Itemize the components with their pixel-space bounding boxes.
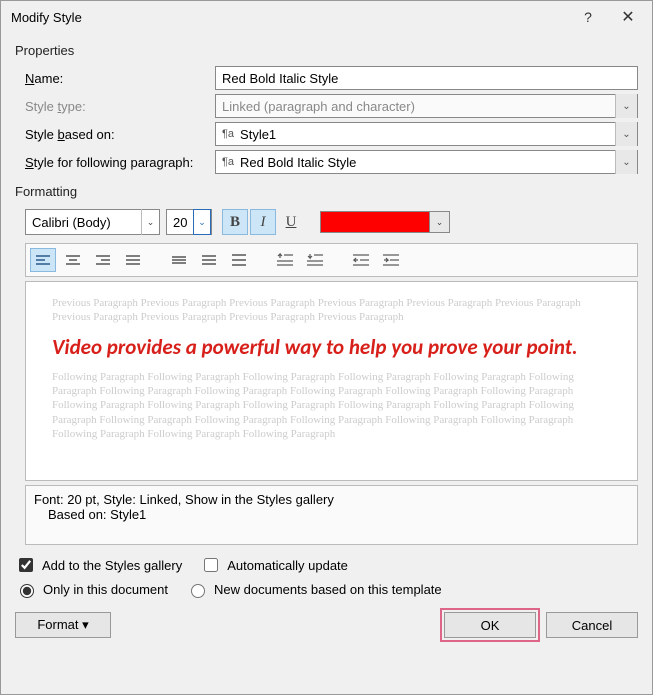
style-type-value: Linked (paragraph and character) (222, 99, 415, 114)
font-family-select[interactable]: Calibri (Body) ⌄ (25, 209, 160, 235)
font-size-value: 20 (173, 215, 187, 230)
description-line-2: Based on: Style1 (34, 507, 629, 522)
align-center-button[interactable] (60, 248, 86, 272)
chevron-down-icon[interactable]: ⌄ (193, 209, 211, 235)
preview-ghost-following: Following Paragraph Following Paragraph … (52, 370, 611, 441)
add-to-gallery-checkbox[interactable]: Add to the Styles gallery (15, 555, 182, 575)
paragraph-icon: ¶a (222, 156, 234, 168)
decrease-indent-button[interactable] (348, 248, 374, 272)
preview-sample-text: Video provides a powerful way to help yo… (52, 335, 611, 360)
font-color-swatch[interactable] (320, 211, 430, 233)
chevron-down-icon[interactable]: ⌄ (615, 150, 637, 174)
font-family-value: Calibri (Body) (32, 215, 111, 230)
align-left-button[interactable] (30, 248, 56, 272)
one-half-spacing-button[interactable] (196, 248, 222, 272)
close-button[interactable]: ✕ (608, 3, 648, 31)
underline-button[interactable]: U (278, 209, 304, 235)
decrease-space-before-button[interactable] (302, 248, 328, 272)
paragraph-icon: ¶a (222, 128, 234, 140)
auto-update-input[interactable] (204, 558, 218, 572)
titlebar: Modify Style ? ✕ (1, 1, 652, 33)
bold-button[interactable]: B (222, 209, 248, 235)
following-paragraph-select[interactable]: ¶a Red Bold Italic Style ⌄ (215, 150, 638, 174)
following-paragraph-label: Style for following paragraph: (25, 155, 215, 170)
format-button[interactable]: Format ▾ (15, 612, 111, 638)
new-documents-input[interactable] (191, 584, 205, 598)
paragraph-toolbar (25, 243, 638, 277)
modify-style-dialog: Modify Style ? ✕ Properties Name: Style … (0, 0, 653, 695)
name-input[interactable] (215, 66, 638, 90)
italic-button[interactable]: I (250, 209, 276, 235)
single-spacing-button[interactable] (166, 248, 192, 272)
auto-update-checkbox[interactable]: Automatically update (200, 555, 348, 575)
style-type-label: Style type: (25, 99, 215, 114)
double-spacing-button[interactable] (226, 248, 252, 272)
following-paragraph-value: Red Bold Italic Style (240, 155, 356, 170)
style-preview: Previous Paragraph Previous Paragraph Pr… (25, 281, 638, 481)
new-documents-radio[interactable]: New documents based on this template (186, 581, 442, 598)
name-label: Name: (25, 71, 215, 86)
chevron-down-icon[interactable]: ⌄ (141, 209, 159, 235)
increase-indent-button[interactable] (378, 248, 404, 272)
add-to-gallery-input[interactable] (19, 558, 33, 572)
based-on-value: Style1 (240, 127, 276, 142)
chevron-down-icon: ⌄ (615, 94, 637, 118)
only-this-document-radio[interactable]: Only in this document (15, 581, 168, 598)
preview-ghost-previous: Previous Paragraph Previous Paragraph Pr… (52, 296, 611, 325)
help-button[interactable]: ? (568, 3, 608, 31)
chevron-down-icon[interactable]: ⌄ (615, 122, 637, 146)
font-color-dropdown[interactable]: ⌄ (430, 211, 450, 233)
based-on-label: Style based on: (25, 127, 215, 142)
formatting-group-label: Formatting (15, 178, 638, 203)
style-type-select: Linked (paragraph and character) ⌄ (215, 94, 638, 118)
ok-button[interactable]: OK (444, 612, 536, 638)
align-justify-button[interactable] (120, 248, 146, 272)
based-on-select[interactable]: ¶a Style1 ⌄ (215, 122, 638, 146)
cancel-button[interactable]: Cancel (546, 612, 638, 638)
increase-space-before-button[interactable] (272, 248, 298, 272)
chevron-down-icon: ▾ (82, 617, 89, 632)
only-this-document-input[interactable] (20, 584, 34, 598)
description-line-1: Font: 20 pt, Style: Linked, Show in the … (34, 492, 629, 507)
dialog-content: Properties Name: Style type: Linked (par… (1, 33, 652, 694)
properties-group-label: Properties (15, 37, 638, 62)
dialog-title: Modify Style (11, 10, 568, 25)
style-description: Font: 20 pt, Style: Linked, Show in the … (25, 485, 638, 545)
align-right-button[interactable] (90, 248, 116, 272)
font-size-select[interactable]: 20 ⌄ (166, 209, 212, 235)
